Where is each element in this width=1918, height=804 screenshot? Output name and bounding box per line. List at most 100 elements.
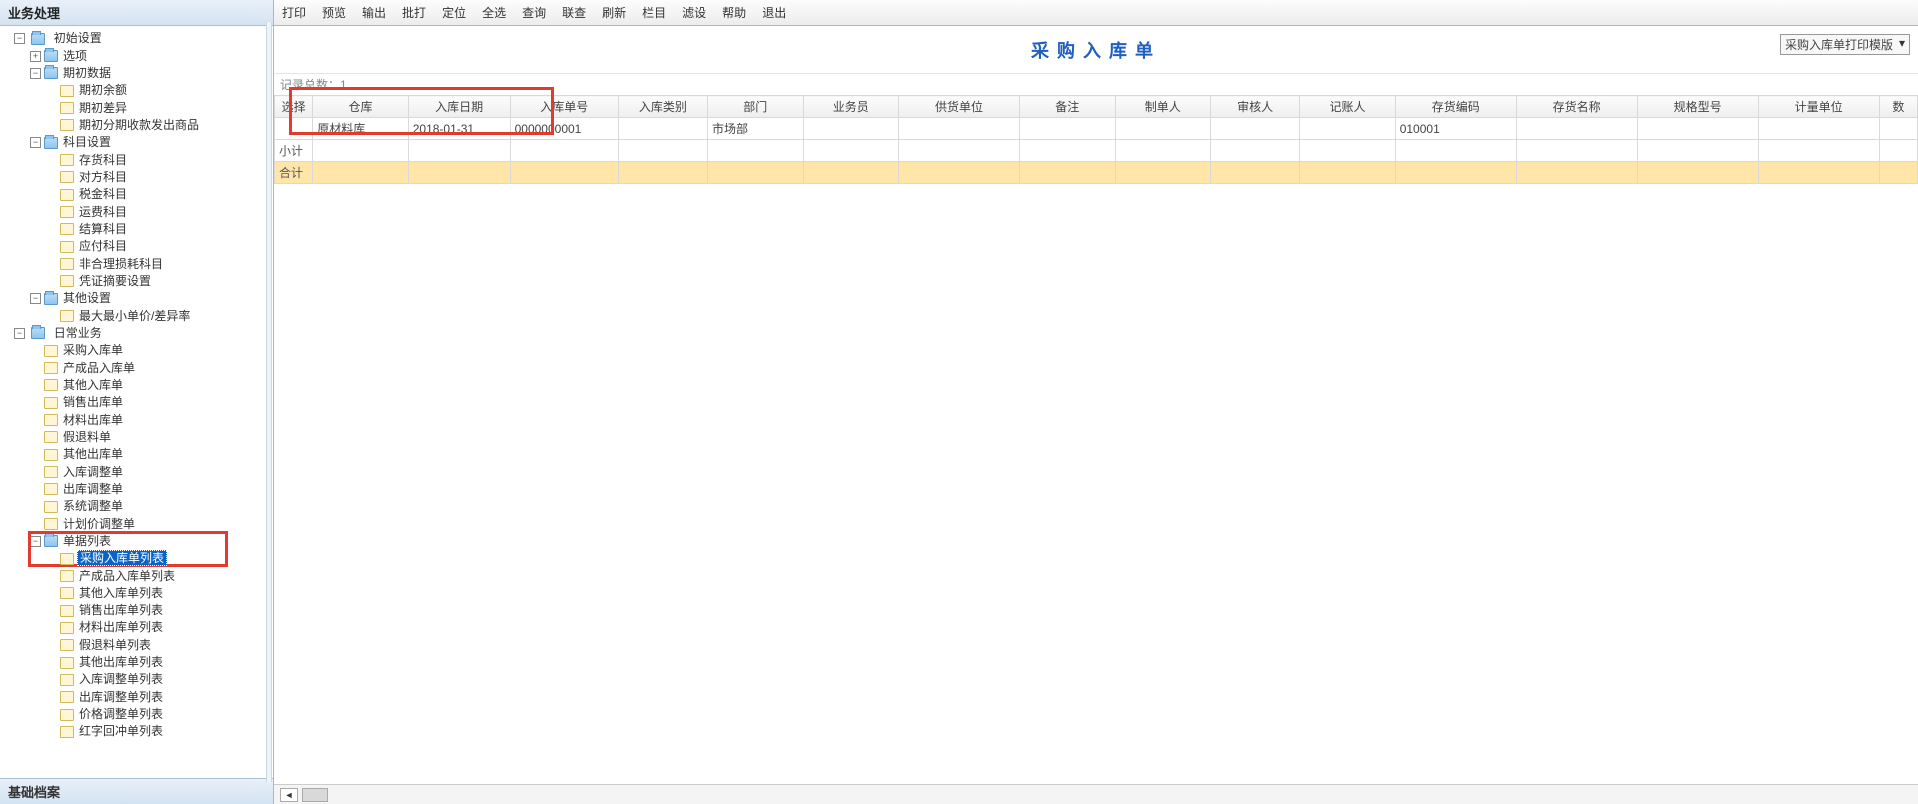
collapse-icon[interactable]: −: [30, 68, 41, 79]
collapse-icon[interactable]: −: [30, 293, 41, 304]
tree-node-bill-list[interactable]: 单据列表: [61, 534, 113, 548]
grid-cell[interactable]: 2018-01-31: [408, 118, 510, 140]
tree-node[interactable]: 假退料单: [61, 430, 113, 444]
tree-node[interactable]: 存货科目: [77, 153, 129, 167]
tree-node[interactable]: 入库调整单列表: [77, 672, 165, 686]
grid-cell[interactable]: [899, 118, 1020, 140]
toolbar-columns[interactable]: 栏目: [640, 2, 668, 23]
toolbar-linkquery[interactable]: 联查: [560, 2, 588, 23]
collapse-icon[interactable]: −: [14, 328, 25, 339]
tree-node[interactable]: 材料出库单: [61, 413, 125, 427]
tree-node[interactable]: 材料出库单列表: [77, 620, 165, 634]
grid-col-header[interactable]: 备注: [1020, 96, 1116, 118]
grid-col-header[interactable]: 业务员: [803, 96, 899, 118]
grid-col-header[interactable]: 入库单号: [510, 96, 618, 118]
nav-panel-footer[interactable]: 基础档案: [0, 778, 273, 804]
tree-node[interactable]: 产成品入库单: [61, 361, 137, 375]
collapse-icon[interactable]: −: [30, 137, 41, 148]
collapse-icon[interactable]: −: [14, 33, 25, 44]
grid-col-header[interactable]: 仓库: [313, 96, 409, 118]
grid-col-header[interactable]: 存货名称: [1516, 96, 1637, 118]
tree-node[interactable]: 运费科目: [77, 205, 129, 219]
grid-col-header[interactable]: 供货单位: [899, 96, 1020, 118]
grid-col-header[interactable]: 部门: [708, 96, 804, 118]
tree-node[interactable]: 系统调整单: [61, 499, 125, 513]
tree-node[interactable]: 选项: [61, 49, 89, 63]
tree-node[interactable]: 入库调整单: [61, 465, 125, 479]
tree-node[interactable]: 期初分期收款发出商品: [77, 118, 201, 132]
collapse-icon[interactable]: −: [30, 536, 41, 547]
grid-col-header[interactable]: 数: [1879, 96, 1917, 118]
toolbar-print[interactable]: 打印: [280, 2, 308, 23]
tree-node[interactable]: 对方科目: [77, 170, 129, 184]
toolbar-locate[interactable]: 定位: [440, 2, 468, 23]
grid-cell[interactable]: [1637, 118, 1758, 140]
tree-node[interactable]: 应付科目: [77, 239, 129, 253]
tree-node[interactable]: 其他设置: [61, 291, 113, 305]
toolbar-batchprint[interactable]: 批打: [400, 2, 428, 23]
toolbar-query[interactable]: 查询: [520, 2, 548, 23]
scroll-thumb[interactable]: [302, 788, 328, 802]
tree-node[interactable]: 结算科目: [77, 222, 129, 236]
tree-node[interactable]: 其他入库单列表: [77, 586, 165, 600]
grid-col-header[interactable]: 选择: [275, 96, 313, 118]
grid-col-header[interactable]: 入库日期: [408, 96, 510, 118]
grid-cell[interactable]: 原材料库: [313, 118, 409, 140]
grid-cell[interactable]: [1211, 118, 1300, 140]
tree-node[interactable]: 最大最小单价/差异率: [77, 309, 192, 323]
tree-node[interactable]: 假退料单列表: [77, 638, 153, 652]
grid-cell[interactable]: 010001: [1395, 118, 1516, 140]
tree-node-daily[interactable]: 日常业务: [52, 326, 104, 340]
scroll-left-icon[interactable]: ◄: [280, 788, 298, 802]
tree-node[interactable]: 其他出库单列表: [77, 655, 165, 669]
toolbar-exit[interactable]: 退出: [760, 2, 788, 23]
tree-node[interactable]: 价格调整单列表: [77, 707, 165, 721]
toolbar-help[interactable]: 帮助: [720, 2, 748, 23]
grid-col-header[interactable]: 审核人: [1211, 96, 1300, 118]
tree-node[interactable]: 期初余额: [77, 83, 129, 97]
tree-node[interactable]: 采购入库单: [61, 343, 125, 357]
toolbar-export[interactable]: 输出: [360, 2, 388, 23]
toolbar-preview[interactable]: 预览: [320, 2, 348, 23]
grid-cell[interactable]: [803, 118, 899, 140]
tree-node[interactable]: 科目设置: [61, 135, 113, 149]
grid-cell[interactable]: [618, 118, 707, 140]
grid-col-header[interactable]: 制单人: [1115, 96, 1211, 118]
grid-cell[interactable]: 市场部: [708, 118, 804, 140]
toolbar-refresh[interactable]: 刷新: [600, 2, 628, 23]
toolbar-selectall[interactable]: 全选: [480, 2, 508, 23]
grid-cell[interactable]: [1300, 118, 1396, 140]
grid-cell[interactable]: [1758, 118, 1879, 140]
tree-node[interactable]: 产成品入库单列表: [77, 569, 177, 583]
tree-node[interactable]: 税金科目: [77, 187, 129, 201]
expand-icon[interactable]: +: [30, 51, 41, 62]
tree-node[interactable]: 非合理损耗科目: [77, 257, 165, 271]
grid-col-header[interactable]: 存货编码: [1395, 96, 1516, 118]
grid-col-header[interactable]: 计量单位: [1758, 96, 1879, 118]
tree-node-purchase-in-list[interactable]: 采购入库单列表: [77, 550, 167, 566]
data-grid[interactable]: 选择仓库入库日期入库单号入库类别部门业务员供货单位备注制单人审核人记账人存货编码…: [274, 95, 1918, 184]
grid-cell[interactable]: [1879, 118, 1917, 140]
nav-tree[interactable]: − 初始设置 +选项 −期初数据 期初余额 期初差异 期初分期收款发出商品 −科…: [0, 26, 273, 778]
grid-cell[interactable]: [1115, 118, 1211, 140]
grid-cell[interactable]: [1516, 118, 1637, 140]
grid-col-header[interactable]: 规格型号: [1637, 96, 1758, 118]
tree-node[interactable]: 期初差异: [77, 101, 129, 115]
tree-node[interactable]: 销售出库单列表: [77, 603, 165, 617]
grid-col-header[interactable]: 入库类别: [618, 96, 707, 118]
horizontal-scrollbar[interactable]: ◄: [274, 784, 1918, 804]
grid-cell[interactable]: [275, 118, 313, 140]
tree-node[interactable]: 销售出库单: [61, 395, 125, 409]
toolbar-filter[interactable]: 滤设: [680, 2, 708, 23]
tree-node[interactable]: 计划价调整单: [61, 517, 137, 531]
grid-cell[interactable]: [1020, 118, 1116, 140]
grid-data-row[interactable]: 原材料库2018-01-310000000001市场部010001: [275, 118, 1918, 140]
tree-node[interactable]: 红字回冲单列表: [77, 724, 165, 738]
tree-node[interactable]: 出库调整单: [61, 482, 125, 496]
tree-node[interactable]: 其他出库单: [61, 447, 125, 461]
grid-col-header[interactable]: 记账人: [1300, 96, 1396, 118]
tree-node-init[interactable]: 初始设置: [52, 31, 104, 45]
tree-node[interactable]: 凭证摘要设置: [77, 274, 153, 288]
tree-node[interactable]: 出库调整单列表: [77, 690, 165, 704]
print-template-select[interactable]: 采购入库单打印模版: [1780, 34, 1910, 55]
